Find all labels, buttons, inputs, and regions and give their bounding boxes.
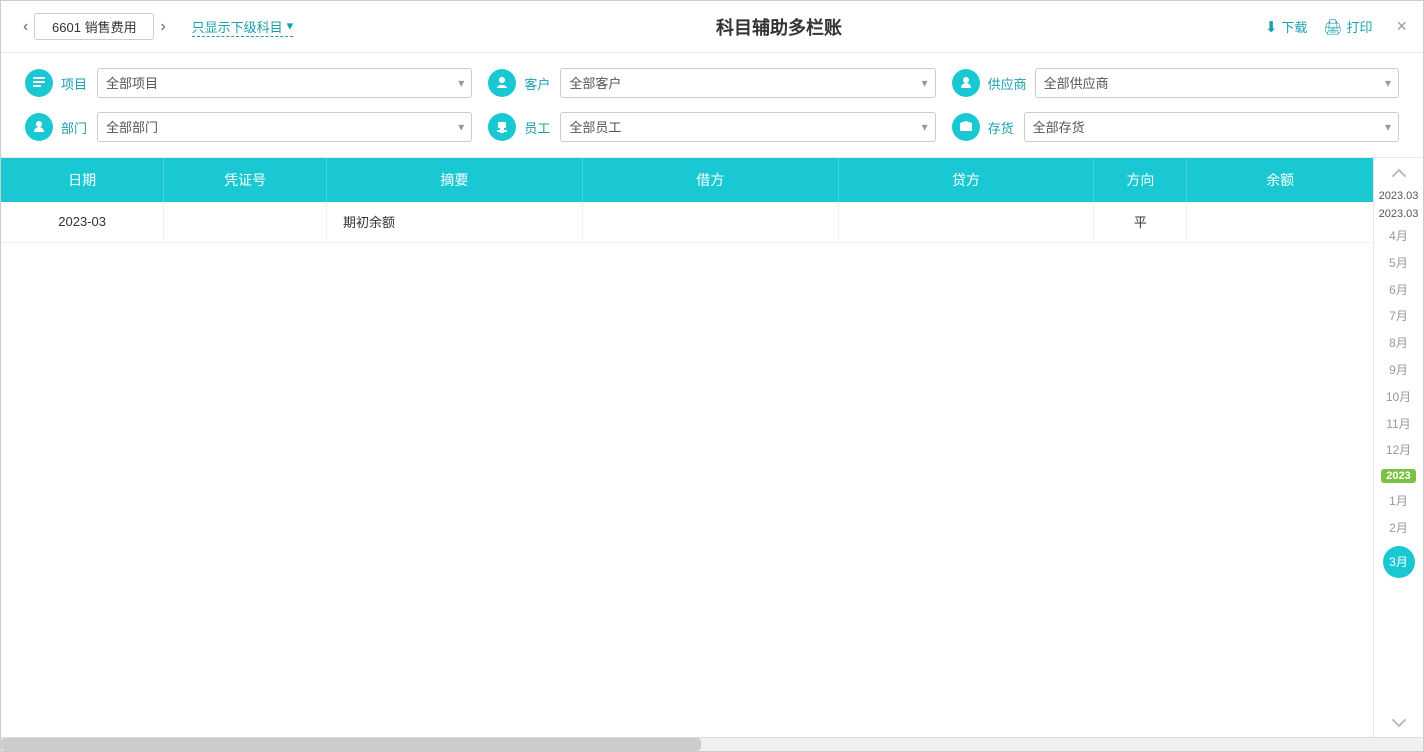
department-icon [25, 113, 53, 141]
download-button[interactable]: ⬇ 下载 [1265, 17, 1308, 36]
department-label: 部门 [61, 118, 89, 137]
cell-date: 2023-03 [1, 202, 164, 242]
employee-label: 员工 [524, 118, 552, 137]
download-icon: ⬇ [1265, 18, 1278, 36]
filter-customer: 客户 全部客户 [480, 61, 943, 105]
supplier-label: 供应商 [988, 74, 1027, 93]
next-account-btn[interactable]: › [154, 16, 171, 38]
timeline-header-1[interactable]: 2023.03 [1379, 187, 1419, 205]
timeline-month-7[interactable]: 7月 [1374, 303, 1423, 330]
timeline-down-btn[interactable] [1374, 708, 1423, 737]
project-select[interactable]: 全部项目 [97, 68, 472, 98]
timeline-month-10[interactable]: 10月 [1374, 384, 1423, 411]
cell-debit [582, 202, 838, 242]
project-select-wrap: 全部项目 [97, 68, 472, 98]
cell-balance [1187, 202, 1373, 242]
action-buttons: ⬇ 下载 🖨 打印 × [1265, 16, 1407, 37]
account-code-box: 6601 销售费用 [34, 13, 154, 40]
sidebar-timeline: 2023.03 2023.03 4月 5月 6月 7月 8月 9月 10月 11… [1373, 158, 1423, 737]
customer-select-wrap: 全部客户 [560, 68, 935, 98]
department-select[interactable]: 全部部门 [97, 112, 472, 142]
timeline-month-12[interactable]: 12月 [1374, 437, 1423, 464]
inventory-label: 存货 [988, 118, 1016, 137]
timeline-month-9[interactable]: 9月 [1374, 357, 1423, 384]
col-header-voucher: 凭证号 [164, 158, 327, 202]
horizontal-scrollbar[interactable] [1, 737, 1423, 751]
filter-area: 项目 全部项目 客户 全部客户 供应商 [1, 53, 1423, 158]
main-window: ‹ 6601 销售费用 › 只显示下级科目 ▾ 科目辅助多栏账 ⬇ 下载 🖨 打… [0, 0, 1424, 752]
close-button[interactable]: × [1396, 16, 1407, 37]
employee-icon [488, 113, 516, 141]
prev-account-btn[interactable]: ‹ [17, 16, 34, 38]
col-header-credit: 贷方 [838, 158, 1094, 202]
table-area[interactable]: 日期 凭证号 摘要 借方 贷方 方向 余额 2023-03 期初余额 [1, 158, 1373, 737]
top-bar: ‹ 6601 销售费用 › 只显示下级科目 ▾ 科目辅助多栏账 ⬇ 下载 🖨 打… [1, 1, 1423, 53]
filter-project: 项目 全部项目 [17, 61, 480, 105]
supplier-select[interactable]: 全部供应商 [1035, 68, 1399, 98]
filter-supplier: 供应商 全部供应商 [944, 61, 1407, 105]
customer-icon [488, 69, 516, 97]
inventory-select-wrap: 全部存货 [1024, 112, 1399, 142]
print-button[interactable]: 🖨 打印 [1323, 17, 1372, 36]
timeline-month-1[interactable]: 1月 [1374, 488, 1423, 515]
cell-credit [838, 202, 1094, 242]
filter-employee: 员工 全部员工 [480, 105, 943, 149]
timeline-active-month[interactable]: 3月 [1383, 546, 1415, 578]
filter-inventory: 存货 全部存货 [944, 105, 1407, 149]
main-content: 日期 凭证号 摘要 借方 贷方 方向 余额 2023-03 期初余额 [1, 158, 1423, 737]
filter-department: 部门 全部部门 [17, 105, 480, 149]
timeline-up-btn[interactable] [1374, 158, 1423, 187]
cell-summary: 期初余额 [327, 202, 583, 242]
supplier-select-wrap: 全部供应商 [1035, 68, 1399, 98]
print-label: 打印 [1346, 17, 1372, 36]
timeline-year-badge[interactable]: 2023 [1381, 469, 1415, 483]
customer-label: 客户 [524, 74, 552, 93]
timeline-month-2[interactable]: 2月 [1374, 515, 1423, 542]
project-icon [25, 69, 53, 97]
timeline-month-6[interactable]: 6月 [1374, 277, 1423, 304]
department-select-wrap: 全部部门 [97, 112, 472, 142]
show-sub-label: 只显示下级科目 [192, 17, 283, 36]
col-header-debit: 借方 [582, 158, 838, 202]
timeline-month-11[interactable]: 11月 [1374, 411, 1423, 438]
cell-direction: 平 [1094, 202, 1187, 242]
timeline-month-4[interactable]: 4月 [1374, 223, 1423, 250]
inventory-select[interactable]: 全部存货 [1024, 112, 1399, 142]
timeline-month-5[interactable]: 5月 [1374, 250, 1423, 277]
col-header-balance: 余额 [1187, 158, 1373, 202]
cell-voucher [164, 202, 327, 242]
employee-select-wrap: 全部员工 [560, 112, 935, 142]
inventory-icon [952, 113, 980, 141]
page-title: 科目辅助多栏账 [293, 14, 1265, 40]
data-table: 日期 凭证号 摘要 借方 贷方 方向 余额 2023-03 期初余额 [1, 158, 1373, 243]
col-header-date: 日期 [1, 158, 164, 202]
col-header-summary: 摘要 [327, 158, 583, 202]
print-icon: 🖨 [1323, 18, 1342, 36]
timeline-month-8[interactable]: 8月 [1374, 330, 1423, 357]
download-label: 下载 [1281, 17, 1307, 36]
timeline-header-2[interactable]: 2023.03 [1379, 205, 1419, 223]
col-header-direction: 方向 [1094, 158, 1187, 202]
supplier-icon [952, 69, 980, 97]
project-label: 项目 [61, 74, 89, 93]
customer-select[interactable]: 全部客户 [560, 68, 935, 98]
show-sub-account-link[interactable]: 只显示下级科目 ▾ [192, 17, 294, 37]
table-row: 2023-03 期初余额 平 [1, 202, 1373, 242]
employee-select[interactable]: 全部员工 [560, 112, 935, 142]
